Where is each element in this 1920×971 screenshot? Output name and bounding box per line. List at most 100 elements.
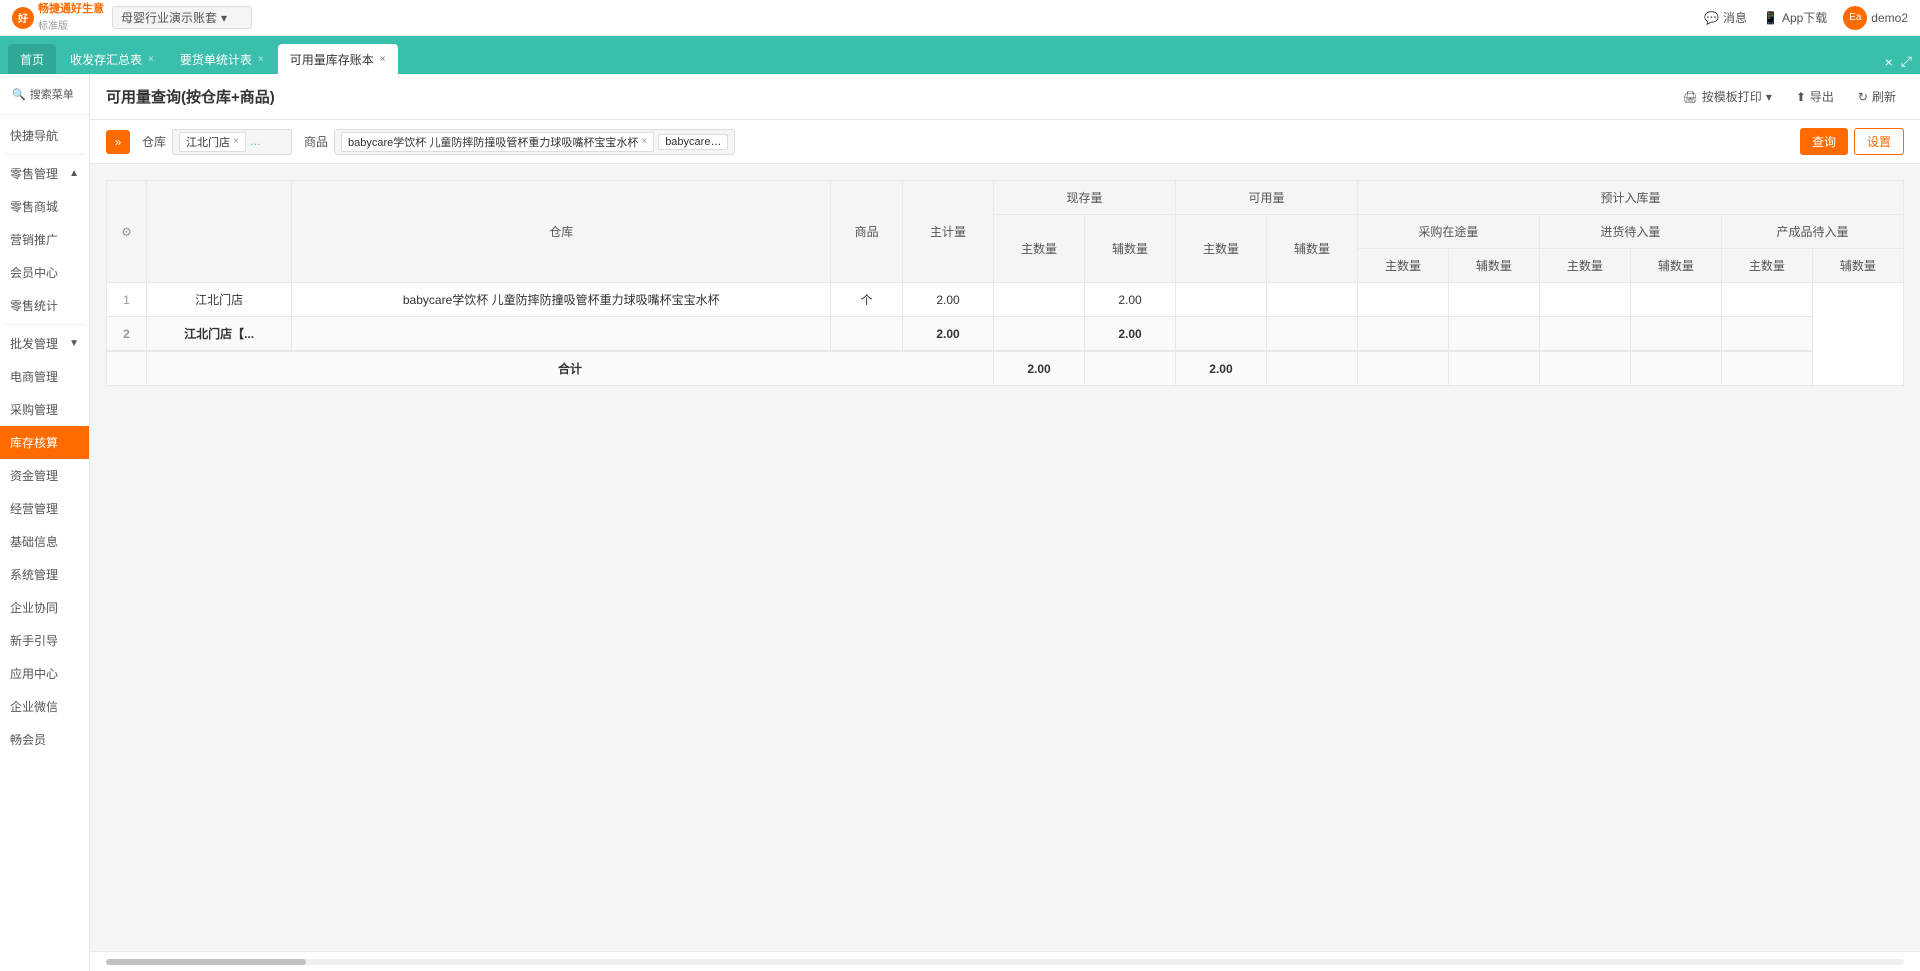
data-table: ⚙ 仓库 商品 主计量 现存量 可用量 预计入库量 主数量 辅数量 主数量: [106, 180, 1904, 386]
message-btn[interactable]: 💬 消息: [1704, 9, 1747, 26]
td-avail-aux-2: [1175, 317, 1266, 352]
td-avail-aux-1: [1175, 283, 1266, 317]
sidebar-item-retail-mall-label: 零售商城: [10, 198, 58, 215]
close-all-tabs-btn[interactable]: ×: [1885, 54, 1893, 70]
sidebar-item-retail-mall[interactable]: 零售商城: [4, 190, 85, 223]
td-summary-avail-aux: [1266, 351, 1357, 386]
sidebar-item-basic-info[interactable]: 基础信息: [4, 525, 85, 558]
filter-bar: » 仓库 江北门店 × … 商品 babycare学饮杯 儿童防摔防撞吸管杯重力…: [90, 120, 1920, 164]
sidebar-item-system[interactable]: 系统管理: [4, 558, 85, 591]
th-production-main: 主数量: [1721, 249, 1812, 283]
sidebar-item-retail-mgmt[interactable]: 零售管理 ▲: [4, 157, 85, 190]
sidebar-item-system-label: 系统管理: [10, 566, 58, 583]
table-settings-icon[interactable]: ⚙: [119, 224, 135, 240]
warehouse-tag-1-label: 江北门店: [186, 134, 230, 150]
scroll-thumb[interactable]: [106, 959, 306, 965]
user-area[interactable]: Ea demo2: [1843, 6, 1908, 30]
th-production-group: 产成品待入量: [1721, 215, 1903, 249]
td-warehouse-1: 江北门店: [147, 283, 292, 317]
tab-receipts[interactable]: 收发存汇总表 ×: [58, 44, 166, 74]
td-summary-stock-aux: [1085, 351, 1176, 386]
refresh-label: 刷新: [1872, 88, 1896, 105]
export-btn[interactable]: ⬆ 导出: [1788, 84, 1842, 109]
logo-sub: 标准版: [38, 17, 104, 32]
warehouse-more[interactable]: …: [250, 136, 261, 148]
phone-icon: 📱: [1763, 11, 1778, 25]
td-incoming-main-1: [1448, 283, 1539, 317]
sidebar-item-wholesale-mgmt[interactable]: 批发管理 ▼: [4, 327, 85, 360]
sidebar-item-ecommerce[interactable]: 电商管理: [4, 360, 85, 393]
sidebar-item-quick-nav[interactable]: 快捷导航: [4, 119, 85, 152]
td-row-num-1: 1: [107, 283, 147, 317]
fullscreen-btn[interactable]: ⤢: [1901, 53, 1912, 70]
sidebar-item-inventory[interactable]: 库存核算: [0, 426, 89, 459]
td-production-main-2: [1630, 317, 1721, 352]
sidebar-item-marketing[interactable]: 营销推广: [4, 223, 85, 256]
sidebar-item-operations[interactable]: 经营管理: [4, 492, 85, 525]
table-row: 1 江北门店 babycare学饮杯 儿童防摔防撞吸管杯重力球吸嘴杯宝宝水杯 个…: [107, 283, 1904, 317]
print-btn[interactable]: 🖨 按模板打印 ▾: [1675, 84, 1780, 109]
td-production-aux-2: [1721, 317, 1812, 352]
settings-btn[interactable]: 设置: [1854, 128, 1904, 155]
sidebar-item-quick-nav-label: 快捷导航: [10, 127, 58, 144]
product-tag-2[interactable]: babycare…: [658, 134, 728, 150]
tab-order-stats-label: 要货单统计表: [180, 51, 252, 68]
td-summary-incoming-main: [1539, 351, 1630, 386]
warehouse-tag-1[interactable]: 江北门店 ×: [179, 132, 246, 152]
th-settings: ⚙: [107, 181, 147, 283]
sidebar-item-ecommerce-label: 电商管理: [10, 368, 58, 385]
td-avail-main-2: 2.00: [1085, 317, 1176, 352]
th-stock-group: 现存量: [994, 181, 1176, 215]
tab-order-stats[interactable]: 要货单统计表 ×: [168, 44, 276, 74]
tab-home[interactable]: 首页: [8, 44, 56, 74]
refresh-btn[interactable]: ↻ 刷新: [1850, 84, 1904, 109]
top-bar: 好 畅捷通好生意 标准版 母婴行业演示账套 ▾ 💬 消息 📱 App下载 Ea …: [0, 0, 1920, 36]
td-summary-avail-main: 2.00: [1175, 351, 1266, 386]
tab-receipts-close[interactable]: ×: [148, 54, 154, 65]
tab-available-stock[interactable]: 可用量库存账本 ×: [278, 44, 398, 74]
th-incoming-main: 主数量: [1539, 249, 1630, 283]
tab-available-stock-close[interactable]: ×: [380, 54, 386, 65]
sidebar-item-purchase-mgmt-label: 采购管理: [10, 401, 58, 418]
warehouse-tag-1-close[interactable]: ×: [233, 136, 239, 147]
sidebar-item-app-center[interactable]: 应用中心: [4, 657, 85, 690]
sidebar-item-new-guide-label: 新手引导: [10, 632, 58, 649]
search-menu-label: 搜索菜单: [30, 86, 74, 102]
sidebar-item-member-center[interactable]: 会员中心: [4, 256, 85, 289]
industry-selector[interactable]: 母婴行业演示账套 ▾: [112, 6, 252, 29]
td-purchase-main-1: [1266, 283, 1357, 317]
sidebar-item-purchase-mgmt[interactable]: 采购管理: [4, 393, 85, 426]
sidebar-divider-2: [4, 324, 85, 325]
td-production-main-1: [1630, 283, 1721, 317]
chevron-down-icon-print: ▾: [1766, 90, 1772, 104]
product-tags[interactable]: babycare学饮杯 儿童防摔防撞吸管杯重力球吸嘴杯宝宝水杯 × babyca…: [334, 129, 735, 155]
th-incoming-aux: 辅数量: [1630, 249, 1721, 283]
sidebar-search-area: 🔍 搜索菜单: [0, 74, 89, 115]
sidebar-item-member[interactable]: 畅会员: [4, 723, 85, 756]
product-tag-1[interactable]: babycare学饮杯 儿童防摔防撞吸管杯重力球吸嘴杯宝宝水杯 ×: [341, 132, 654, 152]
th-production-aux: 辅数量: [1812, 249, 1903, 283]
warehouse-tags[interactable]: 江北门店 × …: [172, 129, 292, 155]
filter-actions: 查询 设置: [1800, 128, 1904, 155]
sidebar-item-enterprise-wechat[interactable]: 企业微信: [4, 690, 85, 723]
app-download-btn[interactable]: 📱 App下载: [1763, 9, 1827, 26]
sidebar-item-marketing-label: 营销推广: [10, 231, 58, 248]
product-tag-1-close[interactable]: ×: [641, 136, 647, 147]
tab-home-label: 首页: [20, 51, 44, 68]
search-menu-btn[interactable]: 🔍 搜索菜单: [8, 82, 81, 106]
app-download-label: App下载: [1782, 9, 1827, 26]
td-incoming-aux-2: [1539, 317, 1630, 352]
sidebar-item-retail-stats[interactable]: 零售统计: [4, 289, 85, 322]
sidebar-item-new-guide[interactable]: 新手引导: [4, 624, 85, 657]
td-incoming-main-2: [1448, 317, 1539, 352]
sidebar-item-inventory-label: 库存核算: [10, 434, 58, 451]
sidebar-item-finance[interactable]: 资金管理: [4, 459, 85, 492]
scroll-track[interactable]: [106, 959, 1904, 965]
warehouse-filter-group: 仓库 江北门店 × …: [142, 129, 292, 155]
logo-icon: 好: [12, 7, 34, 29]
filter-expand-btn[interactable]: »: [106, 130, 130, 154]
query-btn[interactable]: 查询: [1800, 128, 1848, 155]
sidebar-item-enterprise[interactable]: 企业协同: [4, 591, 85, 624]
product-tag-1-label: babycare学饮杯 儿童防摔防撞吸管杯重力球吸嘴杯宝宝水杯: [348, 134, 638, 150]
tab-order-stats-close[interactable]: ×: [258, 54, 264, 65]
